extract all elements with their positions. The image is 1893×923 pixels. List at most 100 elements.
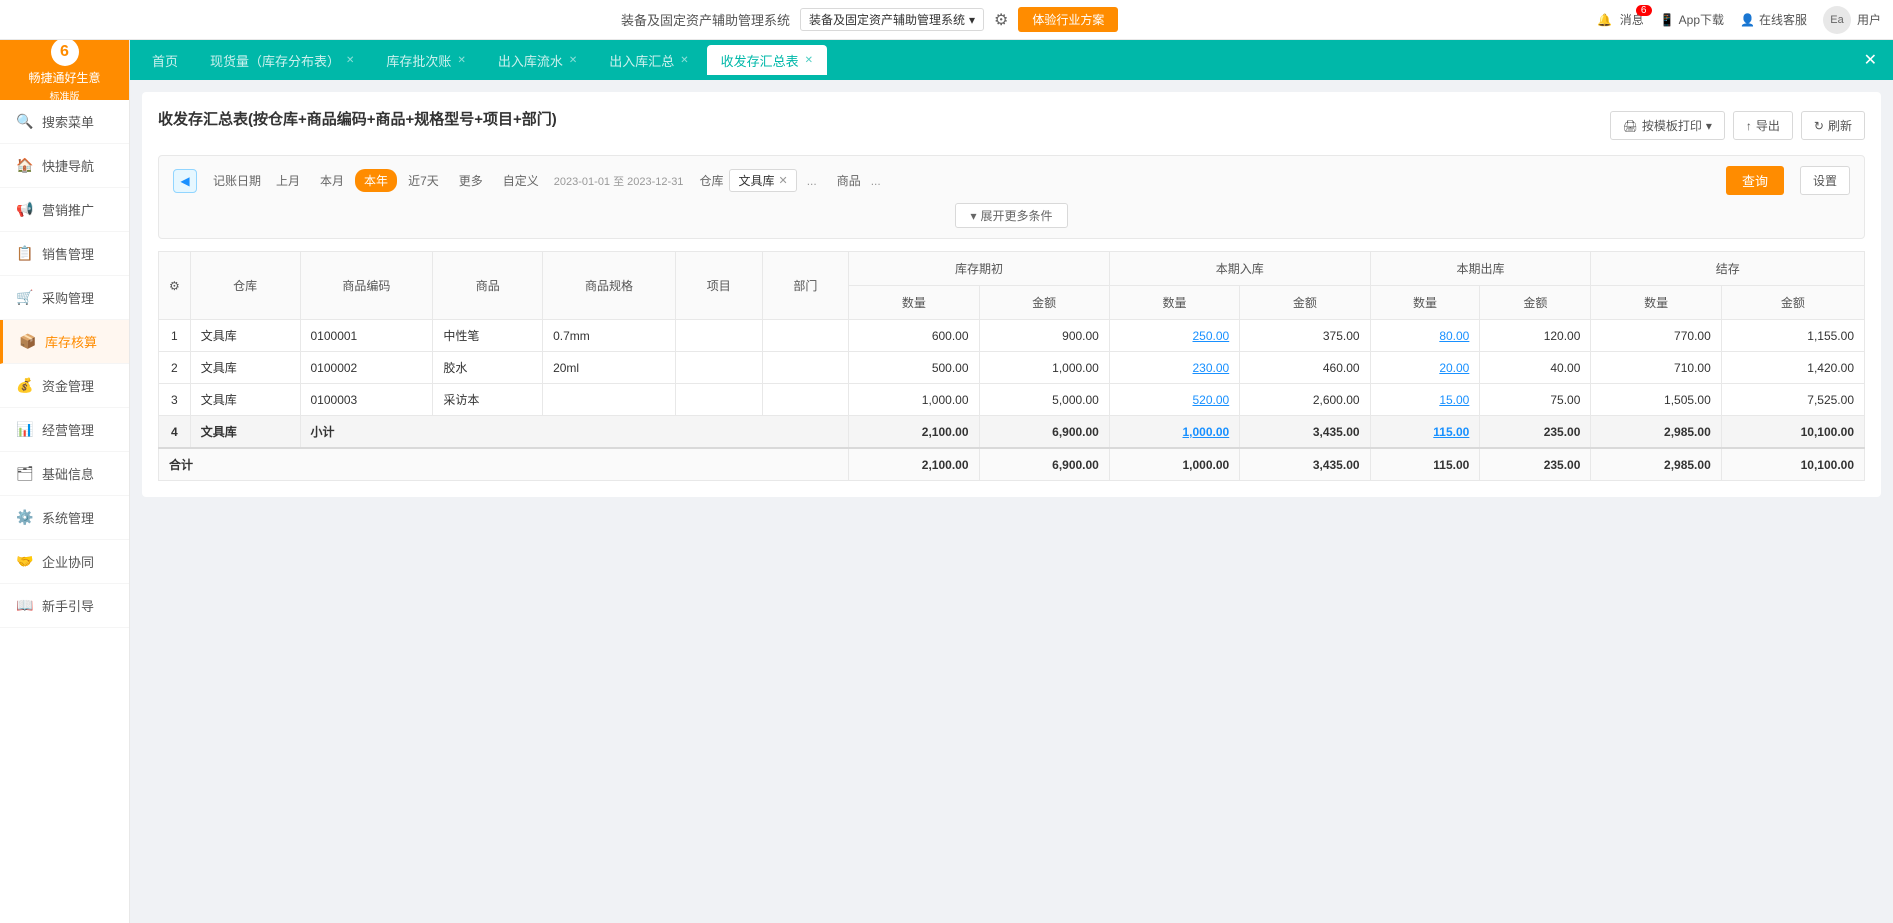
tab-home[interactable]: 首页: [138, 45, 192, 75]
th-out-amt: 金额: [1480, 286, 1591, 320]
cell-out-amt-2: 40.00: [1480, 352, 1591, 384]
th-closing: 结存: [1591, 252, 1865, 286]
tab-recv-send-summary-close[interactable]: ✕: [805, 55, 813, 66]
online-service[interactable]: 👤 在线客服: [1740, 11, 1807, 28]
cell-out-qty-1[interactable]: 80.00: [1370, 320, 1480, 352]
sidebar-item-quick-nav[interactable]: 🏠 快捷导航: [0, 144, 129, 188]
cell-subtotal-out-qty[interactable]: 115.00: [1370, 416, 1480, 449]
table-row: 2 文具库 0100002 胶水 20ml 500.00 1,000.00: [159, 352, 1865, 384]
th-opening-qty: 数量: [849, 286, 979, 320]
settings-btn[interactable]: 设置: [1800, 166, 1850, 195]
cell-in-amt-3: 2,600.00: [1240, 384, 1370, 416]
th-goods-spec: 商品规格: [543, 252, 676, 320]
date-btn-this-month[interactable]: 本月: [311, 169, 353, 192]
tab-inventory-dist-close[interactable]: ✕: [346, 55, 354, 66]
expand-more-label: 展开更多条件: [981, 207, 1053, 224]
cell-total-out-amt: 235.00: [1480, 448, 1591, 481]
print-template-button[interactable]: 🖨 按模板打印 ▾: [1610, 111, 1725, 140]
sidebar-item-marketing[interactable]: 📢 营销推广: [0, 188, 129, 232]
experience-button[interactable]: 体验行业方案: [1018, 7, 1118, 32]
tabs-close-all[interactable]: ✕: [1856, 46, 1885, 74]
table-settings-icon[interactable]: ⚙: [169, 279, 180, 293]
refresh-button[interactable]: ↻ 刷新: [1801, 111, 1865, 140]
sidebar-item-search[interactable]: 🔍 搜索菜单: [0, 100, 129, 144]
tab-batch-ledger[interactable]: 库存批次账 ✕: [372, 45, 479, 75]
tab-inout-flow-close[interactable]: ✕: [569, 55, 577, 66]
tab-inout-summary-close[interactable]: ✕: [680, 55, 688, 66]
cell-subtotal-out-amt: 235.00: [1480, 416, 1591, 449]
th-out: 本期出库: [1370, 252, 1591, 286]
phone-icon: 📱: [1660, 13, 1675, 27]
app-download[interactable]: 📱 App下载: [1660, 11, 1724, 28]
cell-subtotal-closing-qty: 2,985.00: [1591, 416, 1721, 449]
cell-subtotal-seq: 4: [159, 416, 191, 449]
system-dropdown-label: 装备及固定资产辅助管理系统: [809, 11, 965, 28]
tab-inout-summary[interactable]: 出入库汇总 ✕: [595, 45, 702, 75]
top-bar: 装备及固定资产辅助管理系统 装备及固定资产辅助管理系统 ▾ ⚙ 体验行业方案 🔔…: [0, 0, 1893, 40]
th-department: 部门: [762, 252, 849, 320]
cell-dept-2: [762, 352, 849, 384]
print-dropdown-icon: ▾: [1706, 119, 1712, 133]
date-btn-7days[interactable]: 近7天: [399, 169, 448, 192]
settings-icon[interactable]: ⚙: [994, 10, 1008, 30]
cell-project-1: [675, 320, 762, 352]
system-dropdown[interactable]: 装备及固定资产辅助管理系统 ▾: [800, 8, 984, 31]
cell-in-qty-2[interactable]: 230.00: [1109, 352, 1239, 384]
cell-total-in-qty: 1,000.00: [1109, 448, 1239, 481]
user-avatar: Ea: [1823, 6, 1851, 34]
cell-out-qty-2[interactable]: 20.00: [1370, 352, 1480, 384]
th-closing-amt: 金额: [1721, 286, 1864, 320]
notification-area[interactable]: 🔔 6 消息: [1597, 11, 1643, 28]
sidebar-item-basic[interactable]: 🗂 基础信息: [0, 452, 129, 496]
goods-more-btn[interactable]: ...: [867, 174, 885, 188]
sidebar-item-sales[interactable]: 📋 销售管理: [0, 232, 129, 276]
sidebar-item-finance[interactable]: 💰 资金管理: [0, 364, 129, 408]
date-btn-custom[interactable]: 自定义: [494, 169, 548, 192]
sidebar-label-purchase: 采购管理: [42, 288, 94, 307]
cell-in-qty-1[interactable]: 250.00: [1109, 320, 1239, 352]
guide-icon: 📖: [16, 597, 34, 614]
cell-seq-3: 3: [159, 384, 191, 416]
cell-in-qty-3[interactable]: 520.00: [1109, 384, 1239, 416]
cell-goods-code-2: 0100002: [300, 352, 433, 384]
goods-label: 商品: [837, 172, 861, 189]
cell-subtotal-in-qty[interactable]: 1,000.00: [1109, 416, 1239, 449]
cell-project-2: [675, 352, 762, 384]
sidebar-item-purchase[interactable]: 🛒 采购管理: [0, 276, 129, 320]
query-button[interactable]: 查询: [1726, 166, 1784, 195]
date-btn-more[interactable]: 更多: [450, 169, 492, 192]
tab-batch-ledger-close[interactable]: ✕: [457, 55, 465, 66]
warehouse-value: 文具库: [738, 172, 774, 189]
content-area: 首页 现货量（库存分布表） ✕ 库存批次账 ✕ 出入库流水 ✕ 出入库汇总 ✕: [130, 40, 1893, 923]
export-button[interactable]: ↑ 导出: [1733, 111, 1793, 140]
sidebar-label-operation: 经营管理: [42, 420, 94, 439]
logo-icon: 6: [51, 40, 79, 66]
sidebar-item-inventory[interactable]: 📦 库存核算: [0, 320, 129, 364]
cell-total-opening-qty: 2,100.00: [849, 448, 979, 481]
warehouse-remove-btn[interactable]: ✕: [778, 174, 787, 187]
cell-subtotal-warehouse: 文具库: [190, 416, 300, 449]
user-area[interactable]: Ea 用户: [1823, 6, 1881, 34]
sidebar-item-operation[interactable]: 📊 经营管理: [0, 408, 129, 452]
sidebar-item-guide[interactable]: 📖 新手引导: [0, 584, 129, 628]
finance-icon: 💰: [16, 377, 34, 394]
tab-inout-flow[interactable]: 出入库流水 ✕: [484, 45, 591, 75]
cell-opening-qty-1: 600.00: [849, 320, 979, 352]
tab-inventory-dist[interactable]: 现货量（库存分布表） ✕: [196, 45, 368, 75]
sidebar-label-quick-nav: 快捷导航: [42, 156, 94, 175]
sidebar-item-system[interactable]: ⚙️ 系统管理: [0, 496, 129, 540]
filter-collapse-btn[interactable]: ◀: [173, 169, 197, 193]
cell-out-qty-3[interactable]: 15.00: [1370, 384, 1480, 416]
sidebar-label-guide: 新手引导: [42, 596, 94, 615]
date-btn-this-year[interactable]: 本年: [355, 169, 397, 192]
cell-goods-spec-3: [543, 384, 676, 416]
date-btn-last-month[interactable]: 上月: [267, 169, 309, 192]
expand-more-btn[interactable]: ▾ 展开更多条件: [955, 203, 1067, 228]
sidebar-label-inventory: 库存核算: [45, 332, 97, 351]
warehouse-more-btn[interactable]: ...: [803, 174, 821, 188]
logo-title: 畅捷通好生意: [28, 69, 100, 86]
tab-recv-send-summary[interactable]: 收发存汇总表 ✕: [707, 45, 827, 75]
cell-out-amt-1: 120.00: [1480, 320, 1591, 352]
sidebar-item-enterprise[interactable]: 🤝 企业协同: [0, 540, 129, 584]
sidebar-label-search: 搜索菜单: [42, 112, 94, 131]
